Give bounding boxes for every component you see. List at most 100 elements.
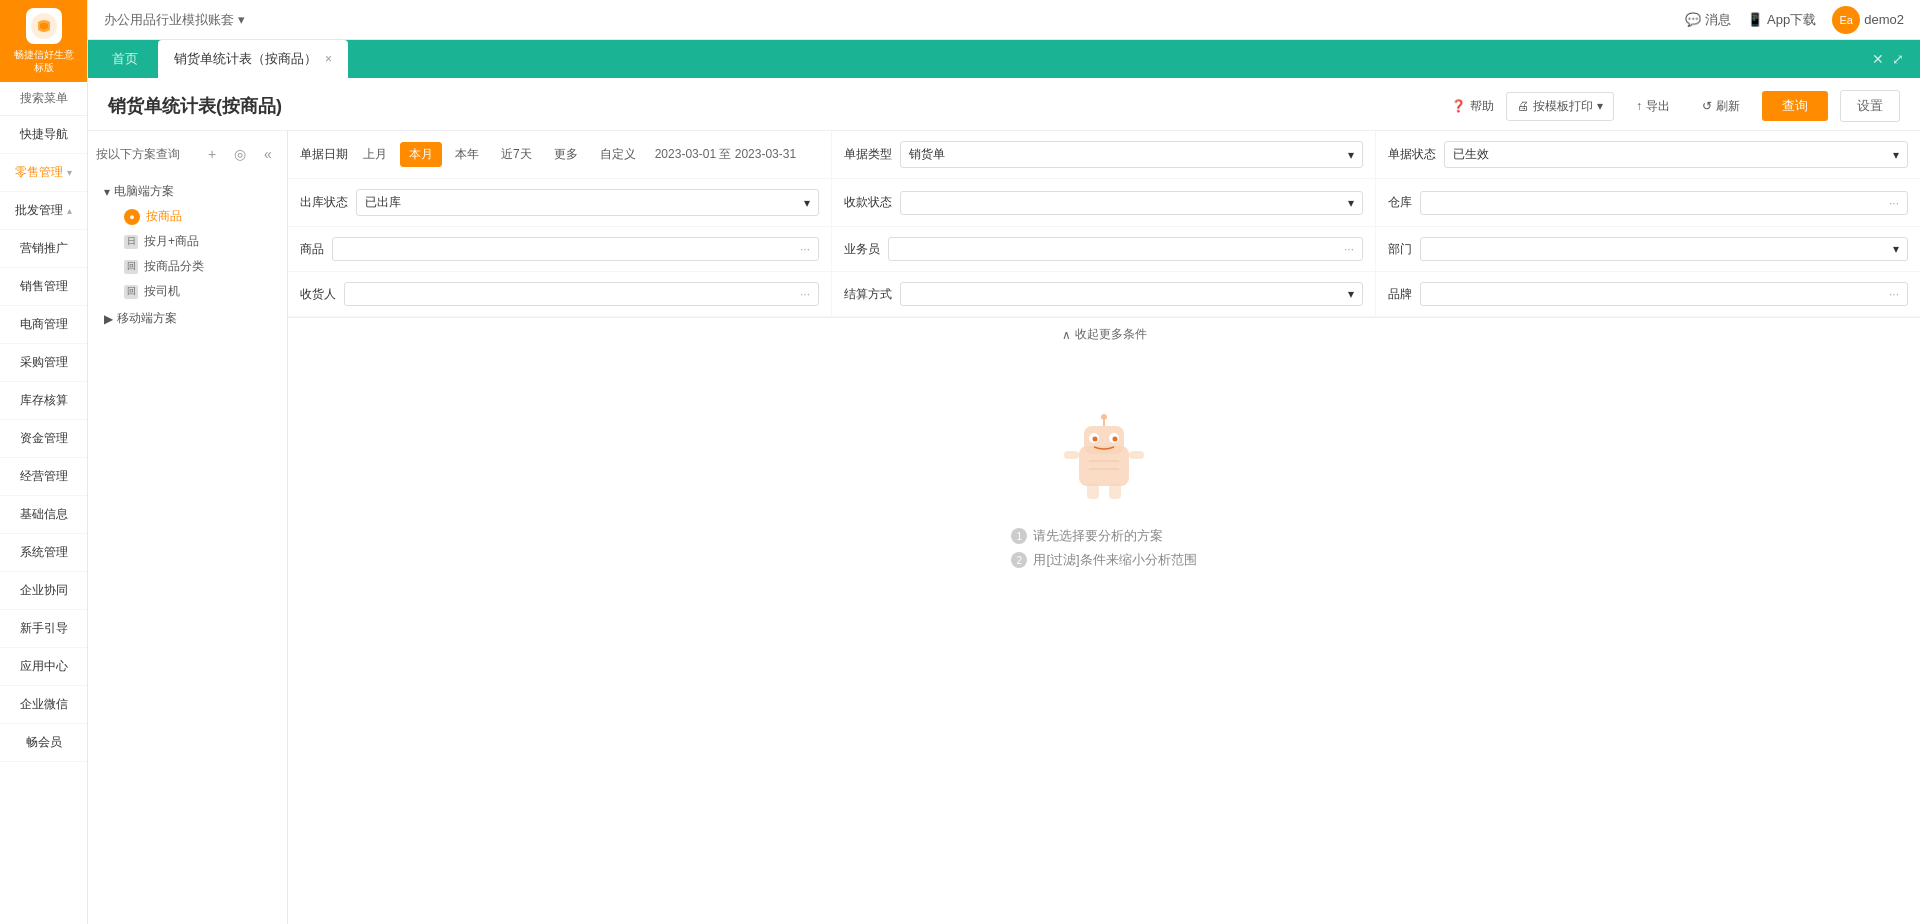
- sidebar: 畅捷信好生意 标版 搜索菜单 快捷导航 零售管理 ▾ 批发管理 ▴ 营销推广 销…: [0, 0, 88, 924]
- sidebar-item-sales[interactable]: 销售管理: [0, 268, 87, 306]
- receiver-input[interactable]: ···: [344, 282, 819, 306]
- collapse-panel-btn[interactable]: «: [257, 143, 279, 165]
- tab-close-btn[interactable]: ×: [325, 53, 332, 65]
- payment-select[interactable]: ▾: [900, 282, 1363, 306]
- product-input[interactable]: ···: [332, 237, 819, 261]
- industry-selector[interactable]: 办公用品行业模拟账套 ▾: [104, 11, 245, 29]
- user-profile-btn[interactable]: Ea demo2: [1832, 6, 1904, 34]
- scheme-by-product[interactable]: ● 按商品: [96, 204, 279, 229]
- filter-row-3: 商品 ··· 业务员 ···: [288, 227, 1920, 272]
- active-scheme-icon: ●: [124, 209, 140, 225]
- header-actions: 💬 消息 📱 App下载 Ea demo2: [1685, 6, 1904, 34]
- printer-icon: 回: [124, 285, 138, 299]
- add-scheme-btn[interactable]: +: [201, 143, 223, 165]
- scheme-by-category[interactable]: 回 按商品分类: [96, 254, 279, 279]
- sidebar-item-quick-nav[interactable]: 快捷导航: [0, 116, 87, 154]
- sidebar-item-operations[interactable]: 经营管理: [0, 458, 87, 496]
- staff-input[interactable]: ···: [888, 237, 1363, 261]
- sidebar-item-member[interactable]: 畅会员: [0, 724, 87, 762]
- sidebar-item-wholesale[interactable]: 批发管理 ▴: [0, 192, 87, 230]
- doc-status-cell: 单据状态 已生效 ▾: [1376, 131, 1920, 178]
- sidebar-item-ecommerce[interactable]: 电商管理: [0, 306, 87, 344]
- date-last-month-btn[interactable]: 上月: [354, 142, 396, 167]
- app-download-btn[interactable]: 📱 App下载: [1747, 11, 1816, 29]
- help-btn[interactable]: ❓ 帮助: [1451, 98, 1494, 115]
- page-content: 销货单统计表(按商品) ❓ 帮助 🖨 按模板打印 ▾ ↑ 导出: [88, 78, 1920, 924]
- search-menu[interactable]: 搜索菜单: [0, 82, 87, 116]
- dept-select[interactable]: ▾: [1420, 237, 1908, 261]
- pc-scheme-parent[interactable]: ▾ 电脑端方案: [96, 177, 279, 204]
- sidebar-item-inventory[interactable]: 库存核算: [0, 382, 87, 420]
- sidebar-item-system[interactable]: 系统管理: [0, 534, 87, 572]
- out-status-cell: 出库状态 已出库 ▾: [288, 179, 832, 226]
- page-inner: 销货单统计表(按商品) ❓ 帮助 🖨 按模板打印 ▾ ↑ 导出: [88, 78, 1920, 924]
- date-7days-btn[interactable]: 近7天: [492, 142, 541, 167]
- svg-rect-11: [1087, 483, 1099, 499]
- main-area: 办公用品行业模拟账套 ▾ 💬 消息 📱 App下载 Ea demo2: [88, 0, 1920, 924]
- category-icon: 回: [124, 260, 138, 274]
- scheme-by-month-product[interactable]: 日 按月+商品: [96, 229, 279, 254]
- app-subtitle: 标版: [34, 61, 54, 74]
- date-custom-btn[interactable]: 自定义: [591, 142, 645, 167]
- date-this-year-btn[interactable]: 本年: [446, 142, 488, 167]
- doc-status-select[interactable]: 已生效 ▾: [1444, 141, 1908, 168]
- logo-icon: [26, 8, 62, 44]
- date-label: 单据日期: [300, 146, 348, 163]
- brand-input[interactable]: ···: [1420, 282, 1908, 306]
- industry-label: 办公用品行业模拟账套: [104, 11, 234, 29]
- sidebar-item-wechat[interactable]: 企业微信: [0, 686, 87, 724]
- wholesale-arrow: ▴: [67, 205, 72, 216]
- tab-close-window-icon[interactable]: ✕: [1872, 51, 1884, 67]
- filter-row-4: 收货人 ··· 结算方式 ▾: [288, 272, 1920, 317]
- tab-sales-stats[interactable]: 销货单统计表（按商品） ×: [158, 40, 348, 78]
- out-status-select[interactable]: 已出库 ▾: [356, 189, 819, 216]
- warehouse-input[interactable]: ···: [1420, 191, 1908, 215]
- brand-cell: 品牌 ···: [1376, 272, 1920, 316]
- tab-home[interactable]: 首页: [96, 40, 154, 78]
- scheme-by-printer[interactable]: 回 按司机: [96, 279, 279, 304]
- mobile-scheme-expand-icon: ▶: [104, 312, 113, 326]
- tab-maximize-icon[interactable]: ⤢: [1892, 51, 1904, 67]
- sidebar-item-finance[interactable]: 资金管理: [0, 420, 87, 458]
- sidebar-item-app-center[interactable]: 应用中心: [0, 648, 87, 686]
- dept-arrow: ▾: [1893, 242, 1899, 256]
- date-more-btn[interactable]: 更多: [545, 142, 587, 167]
- sidebar-item-retail[interactable]: 零售管理 ▾: [0, 154, 87, 192]
- sidebar-item-purchase[interactable]: 采购管理: [0, 344, 87, 382]
- dept-cell: 部门 ▾: [1376, 227, 1920, 271]
- staff-label: 业务员: [844, 241, 880, 258]
- edit-scheme-btn[interactable]: ◎: [229, 143, 251, 165]
- svg-point-8: [1101, 414, 1107, 420]
- sidebar-item-cooperation[interactable]: 企业协同: [0, 572, 87, 610]
- query-button[interactable]: 查询: [1762, 91, 1828, 121]
- app-logo: 畅捷信好生意 标版: [0, 0, 87, 82]
- doc-type-cell: 单据类型 销货单 ▾: [832, 131, 1376, 178]
- template-print-btn[interactable]: 🖨 按模板打印 ▾: [1506, 92, 1614, 121]
- export-btn[interactable]: ↑ 导出: [1626, 93, 1680, 120]
- svg-rect-9: [1064, 451, 1079, 459]
- date-this-month-btn[interactable]: 本月: [400, 142, 442, 167]
- refresh-icon: ↺: [1702, 99, 1712, 113]
- download-icon: 📱: [1747, 12, 1763, 27]
- doc-status-arrow: ▾: [1893, 148, 1899, 162]
- filter-panel-header: 按以下方案查询 + ◎ «: [96, 143, 279, 165]
- date-buttons: 上月 本月 本年 近7天 更多 自定义: [354, 142, 645, 167]
- product-cell: 商品 ···: [288, 227, 832, 271]
- sidebar-item-marketing[interactable]: 营销推广: [0, 230, 87, 268]
- messages-btn[interactable]: 💬 消息: [1685, 11, 1731, 29]
- collection-status-select[interactable]: ▾: [900, 191, 1363, 215]
- refresh-btn[interactable]: ↺ 刷新: [1692, 93, 1750, 120]
- out-status-arrow: ▾: [804, 196, 810, 210]
- doc-type-select[interactable]: 销货单 ▾: [900, 141, 1363, 168]
- doc-type-label: 单据类型: [844, 146, 892, 163]
- sidebar-item-basic[interactable]: 基础信息: [0, 496, 87, 534]
- receiver-label: 收货人: [300, 286, 336, 303]
- collapse-filters-btn[interactable]: ∧ 收起更多条件: [288, 317, 1920, 351]
- settings-button[interactable]: 设置: [1840, 90, 1900, 122]
- sidebar-item-guide[interactable]: 新手引导: [0, 610, 87, 648]
- svg-point-5: [1093, 437, 1098, 442]
- mobile-scheme-parent[interactable]: ▶ 移动端方案: [96, 304, 279, 331]
- payment-label: 结算方式: [844, 286, 892, 303]
- svg-rect-12: [1109, 483, 1121, 499]
- query-area: 单据日期 上月 本月 本年 近7天 更多 自定义 2023-03-01 至 20…: [288, 131, 1920, 924]
